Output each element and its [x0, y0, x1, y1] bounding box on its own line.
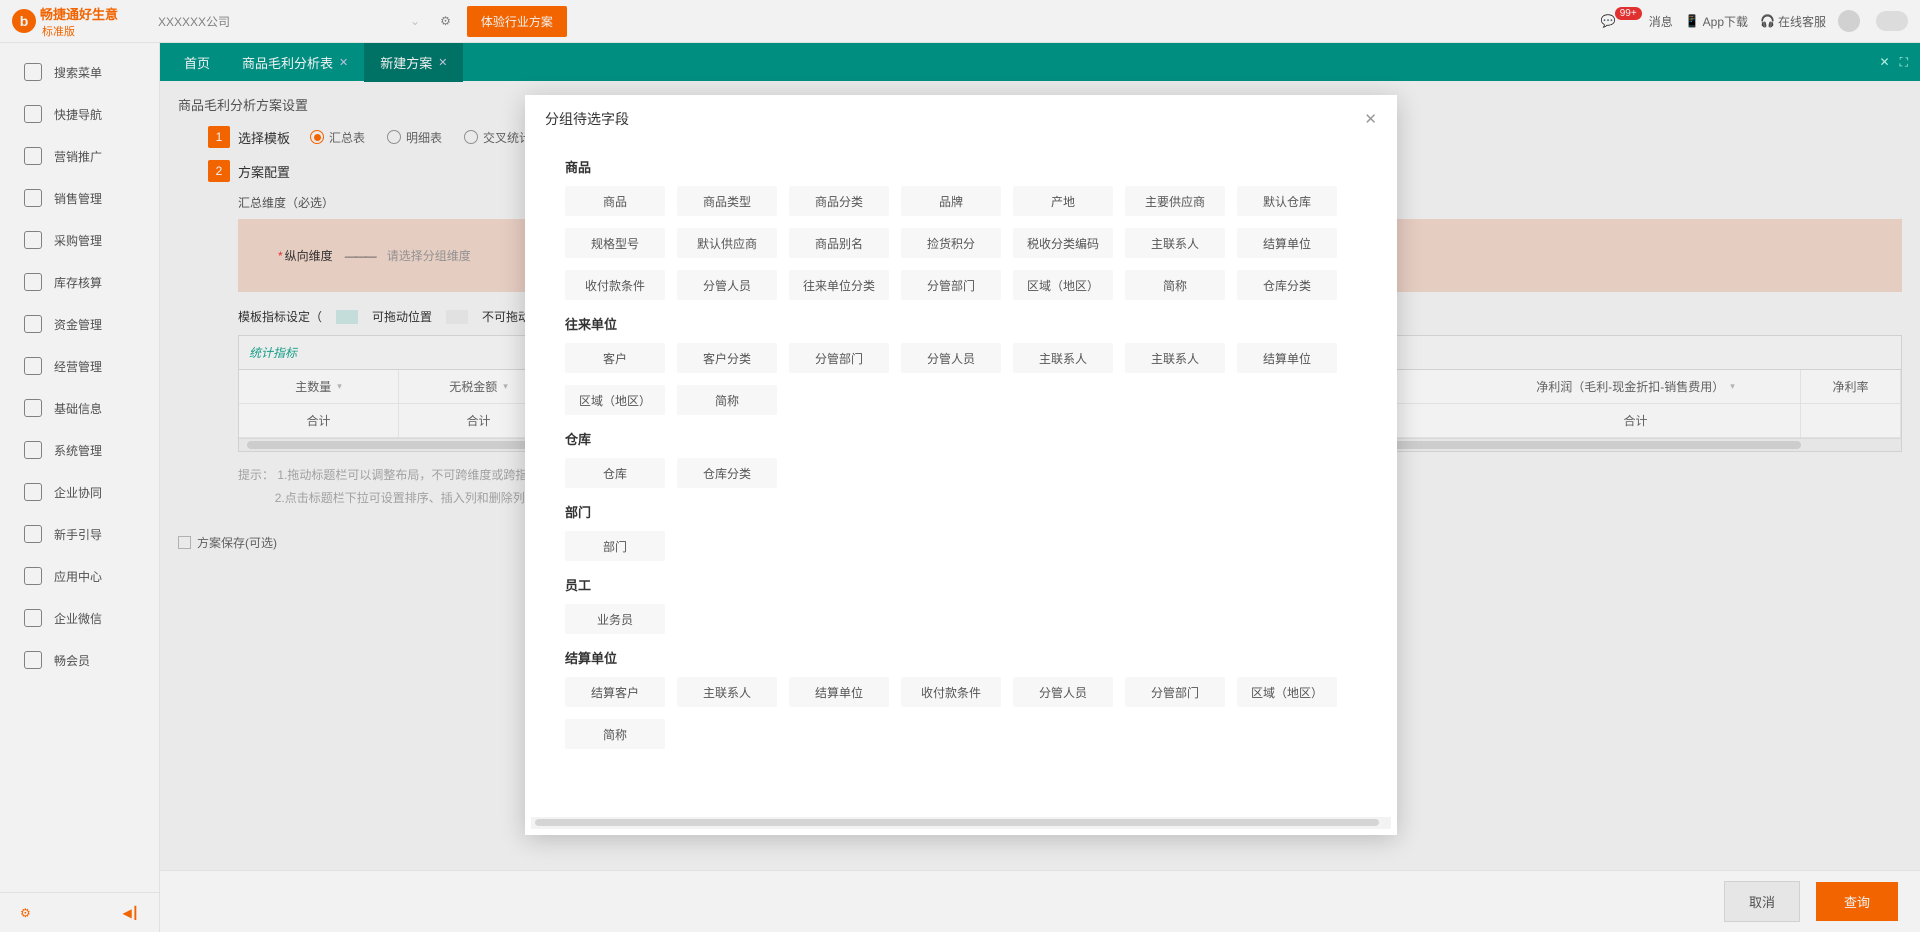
field-chip[interactable]: 默认供应商 — [677, 228, 777, 258]
field-chip[interactable]: 主联系人 — [677, 677, 777, 707]
field-chip[interactable]: 税收分类编码 — [1013, 228, 1113, 258]
field-chip[interactable]: 简称 — [677, 385, 777, 415]
field-chip[interactable]: 主要供应商 — [1125, 186, 1225, 216]
field-chip[interactable]: 区域（地区） — [1013, 270, 1113, 300]
field-chip[interactable]: 仓库分类 — [677, 458, 777, 488]
field-chip[interactable]: 结算客户 — [565, 677, 665, 707]
group-title-1: 往来单位 — [565, 314, 1357, 333]
field-chip[interactable]: 分管人员 — [677, 270, 777, 300]
group-title-4: 员工 — [565, 575, 1357, 594]
field-chip[interactable]: 收付款条件 — [901, 677, 1001, 707]
group-title-0: 商品 — [565, 157, 1357, 176]
field-chip[interactable]: 品牌 — [901, 186, 1001, 216]
field-chip[interactable]: 分管部门 — [789, 343, 889, 373]
field-chip[interactable]: 简称 — [565, 719, 665, 749]
field-selector-modal: 分组待选字段 ✕ 商品商品商品类型商品分类品牌产地主要供应商默认仓库规格型号默认… — [525, 95, 1397, 835]
field-chip[interactable]: 默认仓库 — [1237, 186, 1337, 216]
field-chip[interactable]: 商品 — [565, 186, 665, 216]
field-chip[interactable]: 仓库 — [565, 458, 665, 488]
field-chip[interactable]: 区域（地区） — [1237, 677, 1337, 707]
field-chip[interactable]: 收付款条件 — [565, 270, 665, 300]
field-chip[interactable]: 主联系人 — [1125, 343, 1225, 373]
field-chip[interactable]: 结算单位 — [1237, 228, 1337, 258]
field-chip[interactable]: 分管部门 — [1125, 677, 1225, 707]
field-chip[interactable]: 商品类型 — [677, 186, 777, 216]
field-chip[interactable]: 客户分类 — [677, 343, 777, 373]
field-chip[interactable]: 主联系人 — [1125, 228, 1225, 258]
field-chip[interactable]: 仓库分类 — [1237, 270, 1337, 300]
field-chip[interactable]: 主联系人 — [1013, 343, 1113, 373]
field-chip[interactable]: 分管部门 — [901, 270, 1001, 300]
field-chip[interactable]: 捡货积分 — [901, 228, 1001, 258]
modal-horizontal-scrollbar[interactable] — [531, 817, 1391, 829]
field-chip[interactable]: 往来单位分类 — [789, 270, 889, 300]
field-chip[interactable]: 分管人员 — [901, 343, 1001, 373]
field-chip[interactable]: 结算单位 — [789, 677, 889, 707]
field-chip[interactable]: 分管人员 — [1013, 677, 1113, 707]
field-chip[interactable]: 部门 — [565, 531, 665, 561]
field-chip[interactable]: 商品别名 — [789, 228, 889, 258]
field-chip[interactable]: 区域（地区） — [565, 385, 665, 415]
field-chip[interactable]: 简称 — [1125, 270, 1225, 300]
field-chip[interactable]: 产地 — [1013, 186, 1113, 216]
field-chip[interactable]: 商品分类 — [789, 186, 889, 216]
group-title-2: 仓库 — [565, 429, 1357, 448]
field-chip[interactable]: 结算单位 — [1237, 343, 1337, 373]
modal-title: 分组待选字段 — [545, 109, 629, 129]
group-title-5: 结算单位 — [565, 648, 1357, 667]
field-chip[interactable]: 规格型号 — [565, 228, 665, 258]
close-icon[interactable]: ✕ — [1364, 110, 1377, 128]
field-chip[interactable]: 客户 — [565, 343, 665, 373]
group-title-3: 部门 — [565, 502, 1357, 521]
field-chip[interactable]: 业务员 — [565, 604, 665, 634]
